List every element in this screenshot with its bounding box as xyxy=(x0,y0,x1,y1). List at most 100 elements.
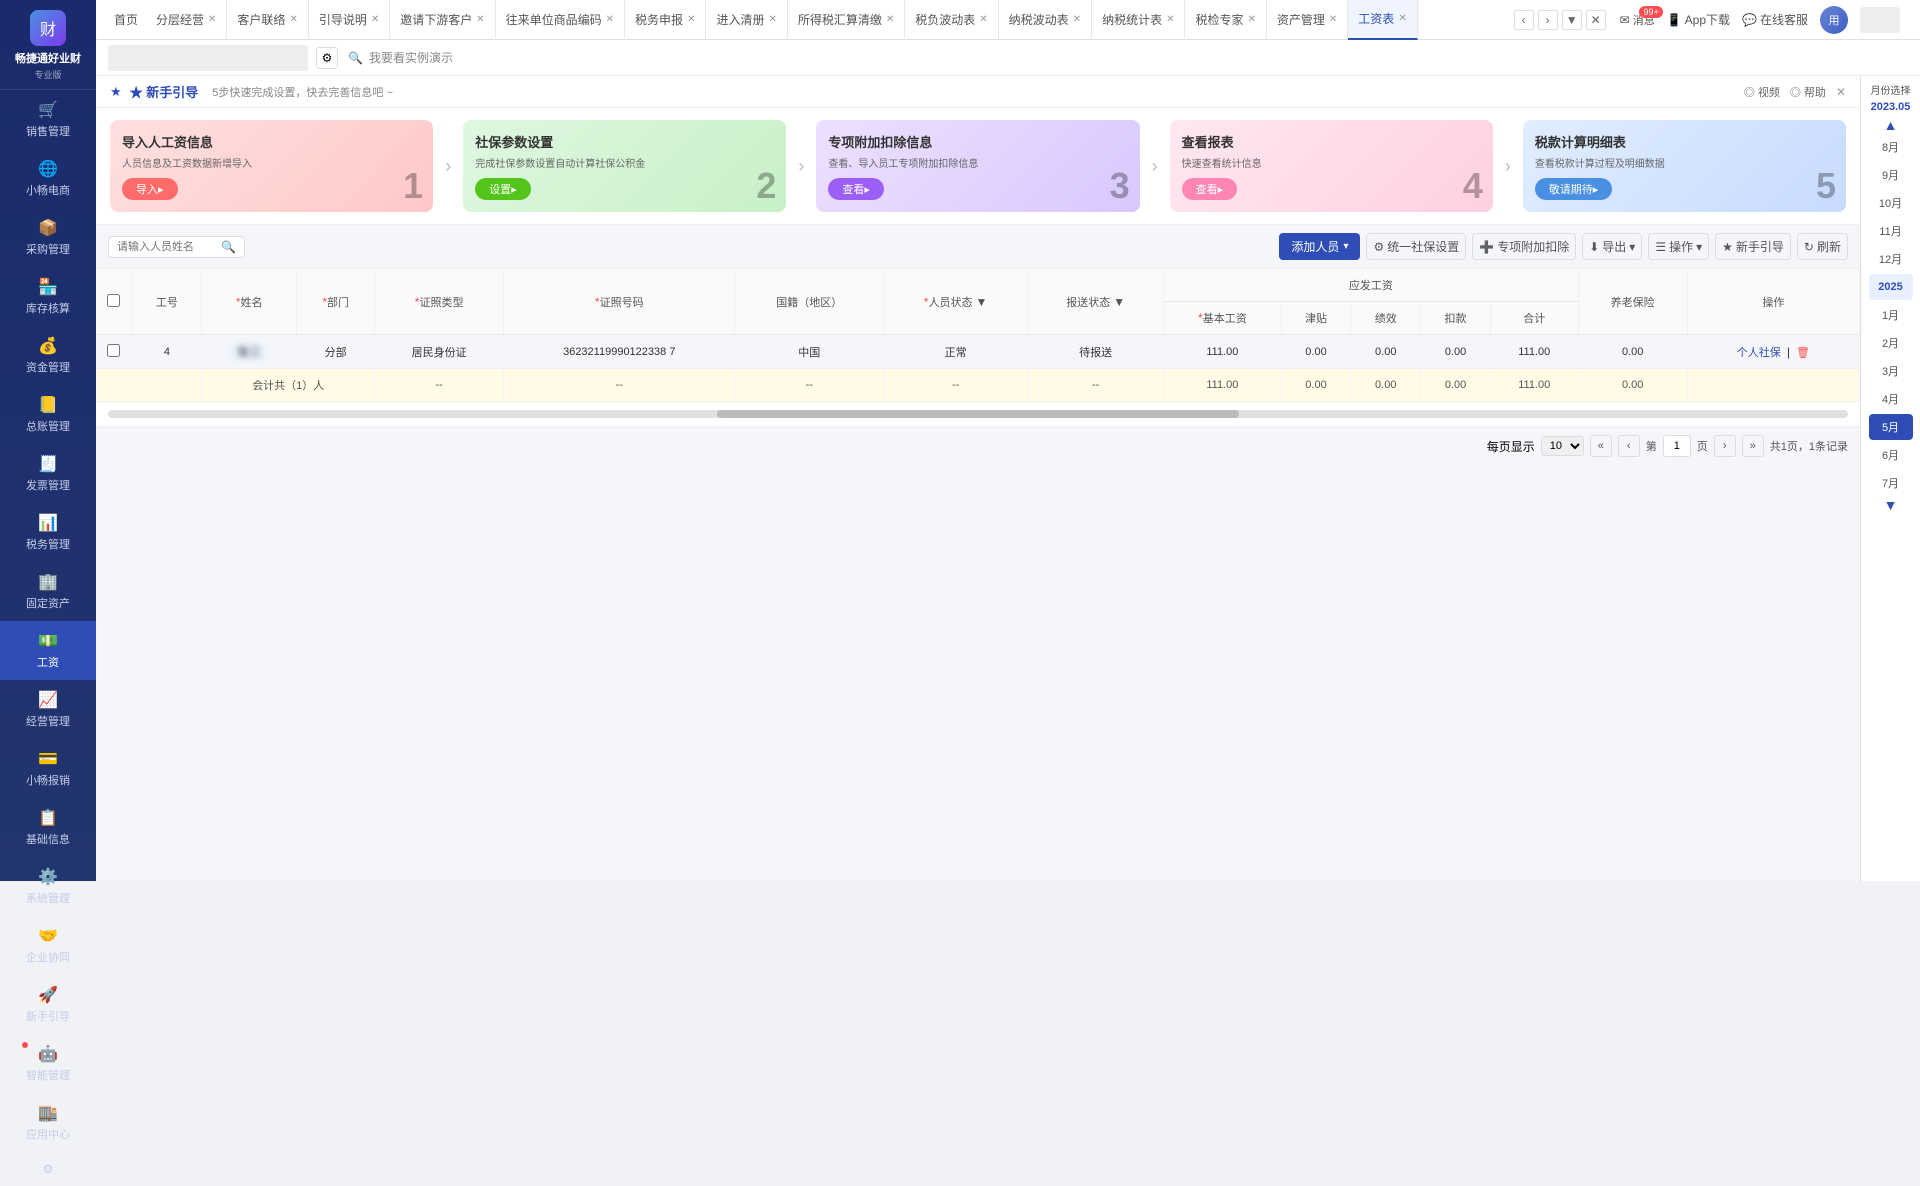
tab-prev-button[interactable]: ‹ xyxy=(1514,10,1534,30)
step-5-button[interactable]: 敬请期待▸ xyxy=(1535,178,1613,200)
month-5[interactable]: 5月 xyxy=(1869,414,1913,440)
tab-menu-button[interactable]: ▼ xyxy=(1562,10,1582,30)
settings-button[interactable]: ⚙ xyxy=(316,47,338,69)
search-input[interactable] xyxy=(117,241,217,253)
close-tab-icon[interactable]: ✕ xyxy=(289,14,297,25)
message-button[interactable]: ✉ 消息 99+ xyxy=(1620,12,1655,28)
close-tab-icon[interactable]: ✕ xyxy=(371,14,379,25)
search-input-wrap[interactable]: 🔍 xyxy=(108,236,245,258)
month-9[interactable]: 9月 xyxy=(1869,162,1913,188)
app-download-button[interactable]: 📱 App下载 xyxy=(1667,11,1730,28)
sidebar-item-newguide[interactable]: 🚀 新手引导 xyxy=(0,975,96,1034)
company-selector[interactable] xyxy=(108,45,308,71)
demo-search[interactable]: 🔍 我要看实例演示 xyxy=(348,49,453,66)
sidebar-item-sales[interactable]: 🛒 销售管理 xyxy=(0,90,96,149)
row-checkbox[interactable] xyxy=(107,344,120,357)
sidebar-item-ecommerce[interactable]: 🌐 小畅电商 xyxy=(0,149,96,208)
month-8[interactable]: 8月 xyxy=(1869,134,1913,160)
tab-client-contact[interactable]: 客户联络✕ xyxy=(227,0,308,40)
sidebar-item-marketing[interactable]: 💳 小畅报销 xyxy=(0,739,96,798)
sidebar-item-enterprise[interactable]: 🤝 企业协同 xyxy=(0,916,96,975)
tab-layered-ops[interactable]: 分层经营✕ xyxy=(146,0,227,40)
first-page-button[interactable]: « xyxy=(1590,435,1612,457)
sidebar-item-smart[interactable]: 🤖 智能管理 xyxy=(0,1034,96,1093)
newguide-button[interactable]: ★ 新手引导 xyxy=(1715,233,1791,260)
close-tab-icon[interactable]: ✕ xyxy=(886,14,894,25)
prev-page-button[interactable]: ‹ xyxy=(1618,435,1640,457)
month-12[interactable]: 12月 xyxy=(1869,246,1913,272)
export-button[interactable]: ⬇ 导出 ▾ xyxy=(1582,233,1642,260)
close-tab-icon[interactable]: ✕ xyxy=(979,14,987,25)
avatar[interactable]: 用 xyxy=(1820,6,1848,34)
add-person-button[interactable]: 添加人员 ▾ xyxy=(1279,233,1360,260)
tab-register[interactable]: 进入清册✕ xyxy=(706,0,787,40)
month-6[interactable]: 6月 xyxy=(1869,442,1913,468)
close-tab-icon[interactable]: ✕ xyxy=(1398,13,1406,24)
sidebar-item-invoice[interactable]: 🧾 发票管理 xyxy=(0,444,96,503)
guide-help-link[interactable]: ◎ 帮助 xyxy=(1790,84,1826,100)
tab-next-button[interactable]: › xyxy=(1538,10,1558,30)
page-input[interactable] xyxy=(1663,435,1691,457)
next-page-button[interactable]: › xyxy=(1714,435,1736,457)
select-all-checkbox[interactable] xyxy=(107,294,120,307)
month-11[interactable]: 11月 xyxy=(1869,218,1913,244)
sidebar-item-inventory[interactable]: 🏪 库存核算 xyxy=(0,267,96,326)
close-tab-icon[interactable]: ✕ xyxy=(208,14,216,25)
month-picker-up[interactable]: ▲ xyxy=(1884,117,1898,133)
close-tab-icon[interactable]: ✕ xyxy=(606,14,614,25)
tab-tax-fluctuation[interactable]: 纳税波动表✕ xyxy=(999,0,1092,40)
close-tab-icon[interactable]: ✕ xyxy=(1248,14,1256,25)
sidebar-settings-button[interactable]: ⚙ xyxy=(0,1152,96,1186)
tab-tax-expert[interactable]: 税检专家✕ xyxy=(1185,0,1266,40)
tab-guide[interactable]: 引导说明✕ xyxy=(309,0,390,40)
filter-icon[interactable]: ▼ xyxy=(1113,295,1125,309)
online-service-button[interactable]: 💬 在线客服 xyxy=(1742,11,1808,28)
tab-income-tax[interactable]: 所得税汇算清缴✕ xyxy=(788,0,905,40)
special-deduct-button[interactable]: ➕ 专项附加扣除 xyxy=(1472,233,1576,260)
action-personal-social[interactable]: 个人社保 xyxy=(1737,347,1781,359)
tab-product-code[interactable]: 往来单位商品编码✕ xyxy=(496,0,625,40)
tab-tax-report[interactable]: 税务申报✕ xyxy=(625,0,706,40)
close-tab-icon[interactable]: ✕ xyxy=(768,14,776,25)
close-tab-icon[interactable]: ✕ xyxy=(1329,14,1337,25)
unified-settings-button[interactable]: ⚙ 统一社保设置 xyxy=(1366,233,1466,260)
sidebar-item-tax[interactable]: 📊 税务管理 xyxy=(0,503,96,562)
month-3[interactable]: 3月 xyxy=(1869,358,1913,384)
sidebar-item-funds[interactable]: 💰 资金管理 xyxy=(0,326,96,385)
sidebar-item-basic[interactable]: 📋 基础信息 xyxy=(0,798,96,857)
sidebar-item-appstore[interactable]: 🏬 应用中心 xyxy=(0,1093,96,1152)
tab-salary[interactable]: 工资表✕ xyxy=(1348,0,1417,40)
close-tab-icon[interactable]: ✕ xyxy=(476,14,484,25)
month-picker-down[interactable]: ▼ xyxy=(1884,497,1898,513)
year-2025[interactable]: 2025 xyxy=(1869,274,1913,300)
per-page-select[interactable]: 10 20 50 xyxy=(1541,436,1584,456)
step-4-button[interactable]: 查看▸ xyxy=(1182,178,1238,200)
tab-assets[interactable]: 资产管理✕ xyxy=(1267,0,1348,40)
tab-tax-burden[interactable]: 税负波动表✕ xyxy=(905,0,998,40)
action-delete[interactable]: 🗑 xyxy=(1796,347,1810,359)
month-1[interactable]: 1月 xyxy=(1869,302,1913,328)
tab-tax-stats[interactable]: 纳税统计表✕ xyxy=(1092,0,1185,40)
refresh-button[interactable]: ↻ 刷新 xyxy=(1797,233,1848,260)
home-tab[interactable]: 首页 xyxy=(106,11,146,28)
filter-icon[interactable]: ▼ xyxy=(976,295,988,309)
sidebar-item-system[interactable]: ⚙️ 系统管理 xyxy=(0,857,96,916)
operations-button[interactable]: ☰ 操作 ▾ xyxy=(1648,233,1709,260)
sidebar-item-operations[interactable]: 📈 经营管理 xyxy=(0,680,96,739)
sidebar-item-assets[interactable]: 🏢 固定资产 xyxy=(0,562,96,621)
month-7[interactable]: 7月 xyxy=(1869,470,1913,496)
month-2[interactable]: 2月 xyxy=(1869,330,1913,356)
step-2-button[interactable]: 设置▸ xyxy=(475,178,531,200)
user-menu[interactable] xyxy=(1860,7,1900,33)
tab-invite[interactable]: 邀请下游客户✕ xyxy=(390,0,495,40)
sidebar-item-salary[interactable]: 💵 工资 xyxy=(0,621,96,680)
last-page-button[interactable]: » xyxy=(1742,435,1764,457)
close-tab-icon[interactable]: ✕ xyxy=(1073,14,1081,25)
tab-close-all-button[interactable]: ✕ xyxy=(1586,10,1606,30)
close-tab-icon[interactable]: ✕ xyxy=(687,14,695,25)
month-10[interactable]: 10月 xyxy=(1869,190,1913,216)
step-1-button[interactable]: 导入▸ xyxy=(122,178,178,200)
sidebar-item-ledger[interactable]: 📒 总账管理 xyxy=(0,385,96,444)
guide-video-link[interactable]: ◎ 视频 xyxy=(1744,84,1780,100)
step-3-button[interactable]: 查看▸ xyxy=(828,178,884,200)
